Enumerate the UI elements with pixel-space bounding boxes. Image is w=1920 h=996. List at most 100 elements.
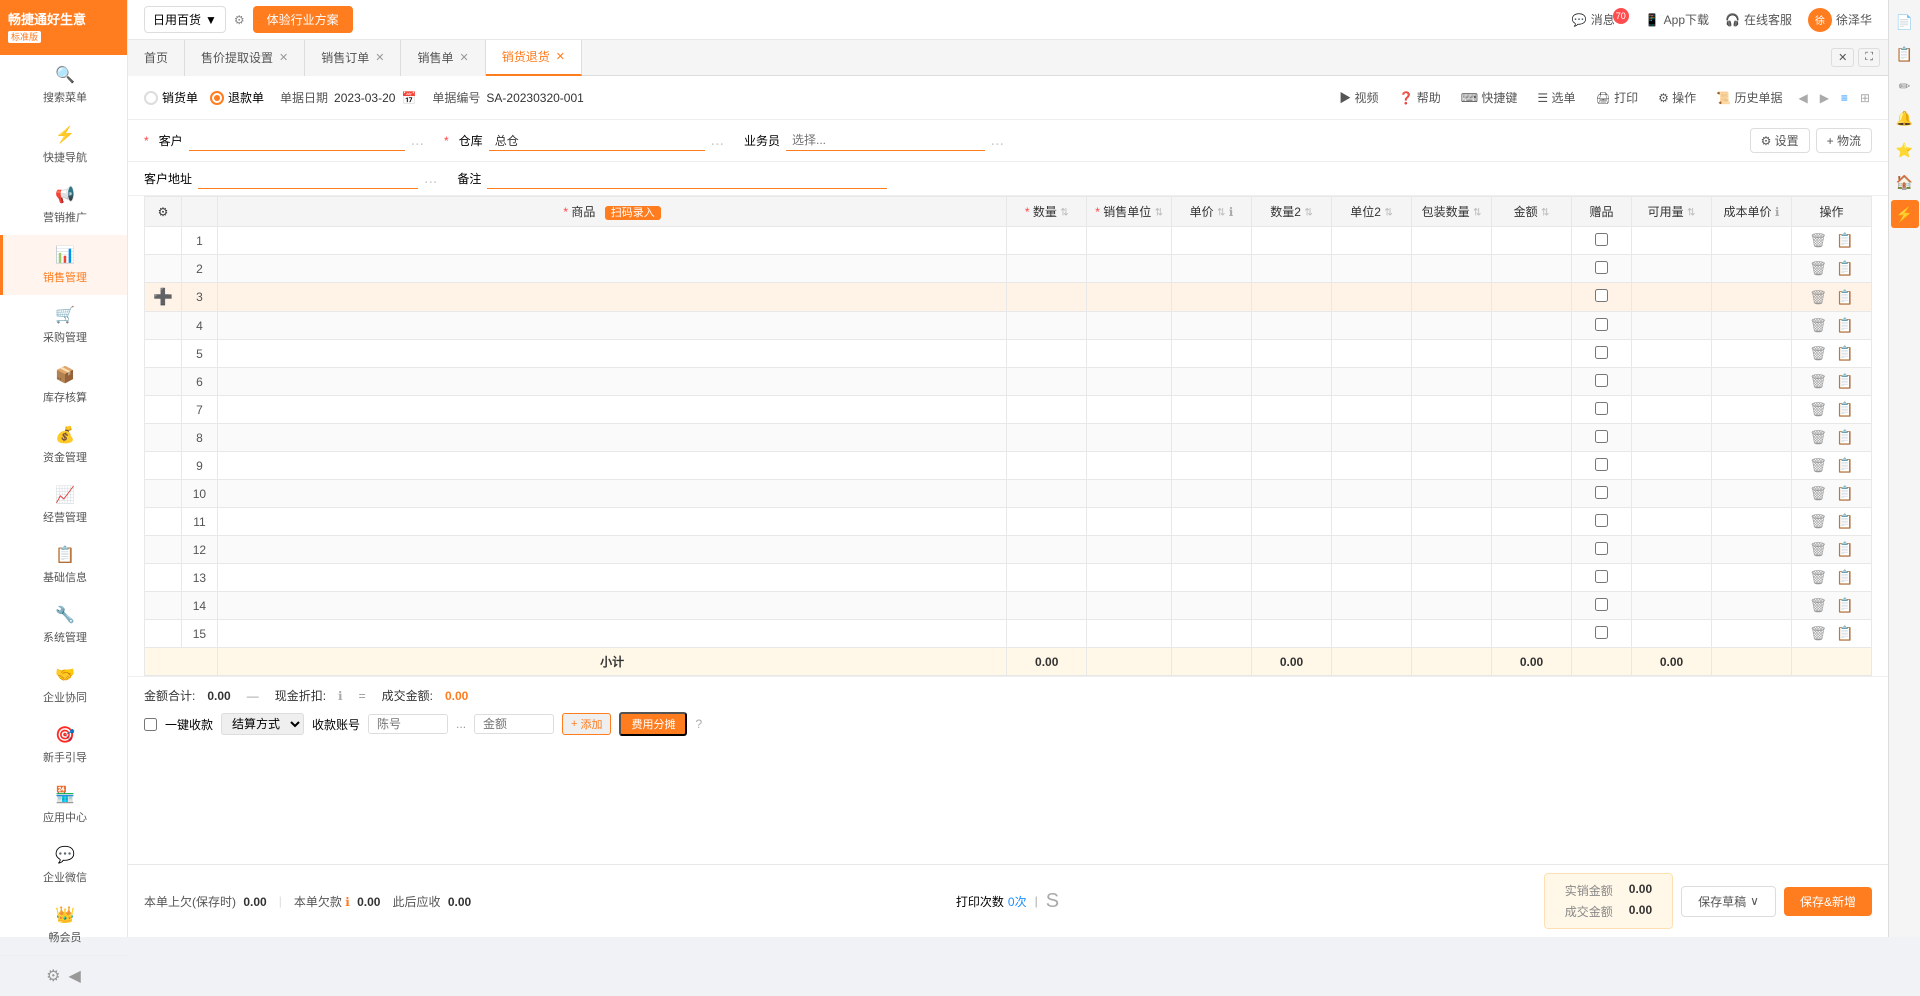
delete-row-icon[interactable]: 🗑 [1806,485,1830,501]
right-panel-star-icon[interactable]: ⭐ [1891,136,1919,164]
qty-input[interactable] [1015,487,1078,501]
gift-cell[interactable] [1572,536,1632,564]
gift-cell[interactable] [1572,368,1632,396]
one-click-payment-checkbox[interactable] [144,718,157,731]
qty-input[interactable] [1015,234,1078,248]
qty-cell[interactable] [1007,508,1087,536]
gift-checkbox[interactable] [1595,430,1608,443]
radio-return-bill[interactable]: 退款单 [210,89,264,106]
topbar-selector[interactable]: 日用百货 ▼ [144,6,226,33]
right-panel-list-icon[interactable]: 📋 [1891,40,1919,68]
sidebar-item-inventory[interactable]: 📦 库存核算 [0,355,127,415]
sidebar-item-enterprise[interactable]: 🤝 企业协同 [0,655,127,715]
right-panel-edit-icon[interactable]: ✏ [1891,72,1919,100]
user-avatar[interactable]: 徐 徐泽华 [1808,8,1872,32]
gift-checkbox[interactable] [1595,598,1608,611]
gift-cell[interactable] [1572,620,1632,648]
gift-cell[interactable] [1572,564,1632,592]
qty-cell[interactable] [1007,227,1087,255]
salesperson-input[interactable] [786,130,985,151]
scan-entry-btn[interactable]: 扫码录入 [605,206,661,220]
settings-button[interactable]: ⚙ 设置 [1750,128,1810,153]
warehouse-input[interactable] [489,130,705,151]
gift-cell[interactable] [1572,312,1632,340]
tab-price-close-icon[interactable]: ✕ [279,51,288,64]
qty-cell[interactable] [1007,424,1087,452]
sidebar-item-basic[interactable]: 📋 基础信息 [0,535,127,595]
qty-input[interactable] [1015,599,1078,613]
qty-input[interactable] [1015,459,1078,473]
product-input[interactable] [226,290,998,304]
gift-checkbox[interactable] [1595,374,1608,387]
gift-cell[interactable] [1572,227,1632,255]
qty-cell[interactable] [1007,564,1087,592]
delete-row-icon[interactable]: 🗑 [1806,457,1830,473]
right-panel-active-icon[interactable]: ⚡ [1891,200,1919,228]
operate-action-btn[interactable]: ⚙ 操作 [1652,86,1702,109]
tab-home[interactable]: 首页 [128,40,185,76]
copy-row-icon[interactable]: 📋 [1833,625,1856,641]
sidebar-item-shortcuts[interactable]: ⚡ 快捷导航 [0,115,127,175]
qty-cell[interactable] [1007,283,1087,312]
gift-checkbox[interactable] [1595,514,1608,527]
gift-cell[interactable] [1572,508,1632,536]
qty-input[interactable] [1015,431,1078,445]
tab-sales-return-close-icon[interactable]: ✕ [556,50,565,63]
warehouse-select-icon[interactable]: ... [711,132,724,150]
tab-sales-bill-close-icon[interactable]: ✕ [460,51,469,64]
sidebar-item-purchase[interactable]: 🛒 采购管理 [0,295,127,355]
qty-cell[interactable] [1007,368,1087,396]
sidebar-item-marketing[interactable]: 📢 营销推广 [0,175,127,235]
customer-addr-input[interactable] [198,168,418,189]
sidebar-item-operations[interactable]: 📈 经营管理 [0,475,127,535]
customer-input[interactable] [189,130,405,151]
topbar-settings-icon[interactable]: ⚙ [234,13,245,27]
sidebar-item-sales[interactable]: 📊 销售管理 [0,235,127,295]
account-ellipsis[interactable]: ... [456,717,466,731]
copy-row-icon[interactable]: 📋 [1833,485,1856,501]
right-panel-doc-icon[interactable]: 📄 [1891,8,1919,36]
tab-price-settings[interactable]: 售价提取设置 ✕ [185,40,305,76]
copy-row-icon[interactable]: 📋 [1833,541,1856,557]
view-list-icon[interactable]: ≡ [1841,91,1848,105]
next-doc-icon[interactable]: ▶ [1820,91,1829,105]
gift-cell[interactable] [1572,255,1632,283]
qty-input[interactable] [1015,319,1078,333]
gift-cell[interactable] [1572,480,1632,508]
copy-row-icon[interactable]: 📋 [1833,569,1856,585]
tab-sales-return[interactable]: 销货退货 ✕ [486,40,582,76]
sidebar-item-system[interactable]: 🔧 系统管理 [0,595,127,655]
delete-row-icon[interactable]: 🗑 [1806,317,1830,333]
qty-input[interactable] [1015,347,1078,361]
online-service-button[interactable]: 🎧 在线客服 [1725,11,1792,28]
gift-checkbox[interactable] [1595,233,1608,246]
qty-cell[interactable] [1007,340,1087,368]
copy-row-icon[interactable]: 📋 [1833,345,1856,361]
account-no-input[interactable] [368,714,448,734]
gift-cell[interactable] [1572,340,1632,368]
tab-sales-bill[interactable]: 销售单 ✕ [401,40,485,76]
qty-input[interactable] [1015,571,1078,585]
gift-cell[interactable] [1572,396,1632,424]
gift-cell[interactable] [1572,592,1632,620]
sidebar-item-wechat[interactable]: 💬 企业微信 [0,835,127,895]
view-grid-icon[interactable]: ⊞ [1860,91,1870,105]
delete-row-icon[interactable]: 🗑 [1806,401,1830,417]
delete-row-icon[interactable]: 🗑 [1806,345,1830,361]
copy-row-icon[interactable]: 📋 [1833,317,1856,333]
gift-cell[interactable] [1572,452,1632,480]
copy-row-icon[interactable]: 📋 [1833,597,1856,613]
gift-checkbox[interactable] [1595,570,1608,583]
radio-sales-bill[interactable]: 销货单 [144,89,198,106]
tab-sales-order-close-icon[interactable]: ✕ [375,51,384,64]
calendar-icon[interactable]: 📅 [401,91,416,105]
copy-row-icon[interactable]: 📋 [1833,457,1856,473]
copy-row-icon[interactable]: 📋 [1833,260,1856,276]
maximize-tab-button[interactable]: ⛶ [1858,48,1880,67]
right-panel-home-icon[interactable]: 🏠 [1891,168,1919,196]
qty-cell[interactable] [1007,480,1087,508]
sidebar-item-newbie[interactable]: 🎯 新手引导 [0,715,127,775]
customer-select-icon[interactable]: ... [411,132,424,150]
right-panel-bell-icon[interactable]: 🔔 [1891,104,1919,132]
print-action-btn[interactable]: 🖨 打印 [1590,86,1645,109]
